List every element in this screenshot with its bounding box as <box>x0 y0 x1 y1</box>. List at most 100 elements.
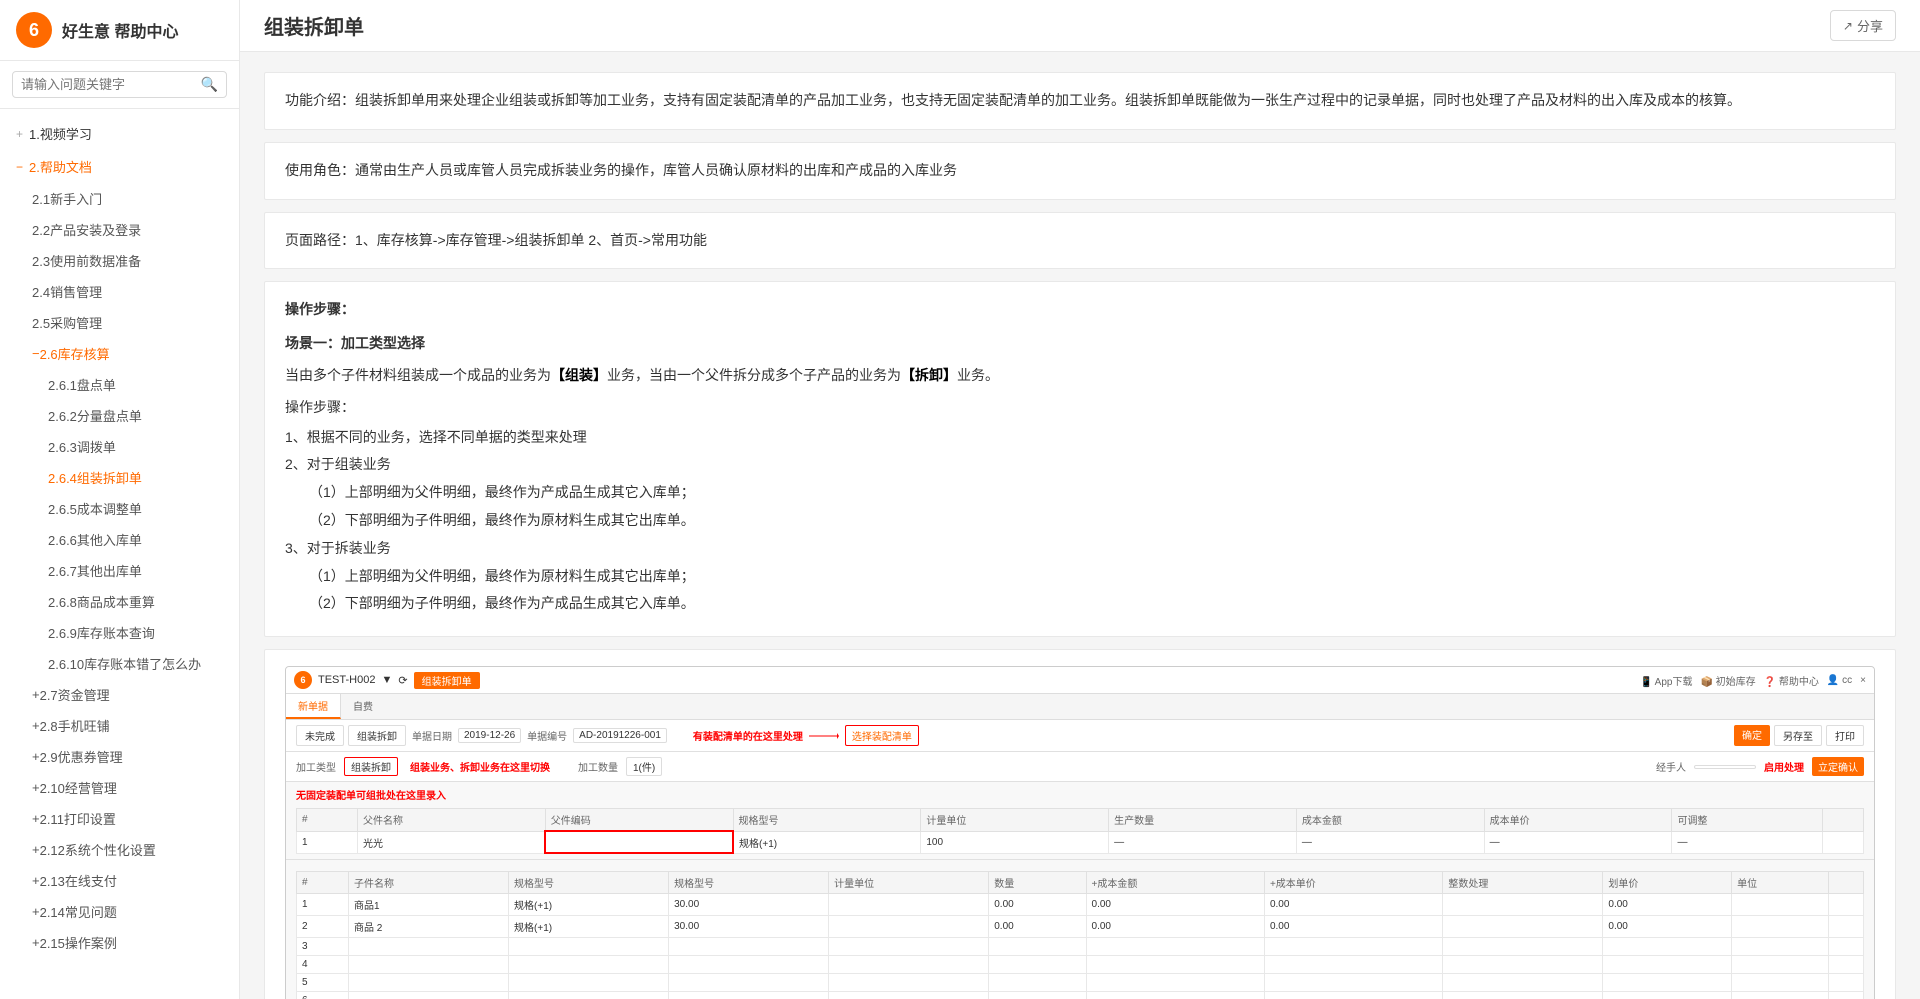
mock-form-row: 加工类型 组装拆卸 组装业务、拆卸业务在这里切换 加工数量 1(件) 经手人 启… <box>286 752 1874 782</box>
mock-number[interactable]: AD-20191226-001 <box>573 728 667 743</box>
logo-text: 好生意 帮助中心 <box>62 18 178 42</box>
mock-app-header: 6 TEST-H002 ▼ ⟳ 组装拆卸单 📱 App下载 📦 初始库存 ❓ 帮… <box>286 667 1874 694</box>
lower-table-row-3: 3 <box>297 938 1864 956</box>
mock-logo: 6 <box>294 671 312 689</box>
sidebar-sub-2-6[interactable]: − 2.6库存核算 <box>0 338 239 369</box>
mock-processor[interactable] <box>1694 765 1756 769</box>
sidebar-sub-2-6-2[interactable]: 2.6.2分量盘点单 <box>0 400 239 431</box>
sidebar-item-label: 1.视频学习 <box>29 124 92 143</box>
mock-lower-table-area: # 子件名称 规格型号 规格型号 计量单位 数量 +成本金额 +成本单价 整数处… <box>286 860 1874 999</box>
sidebar-sub-2-6-1[interactable]: 2.6.1盘点单 <box>0 369 239 400</box>
lower-table-row-2: 2 商品 2 规格(+1) 30.00 0.00 0.00 0.00 0.00 <box>297 916 1864 938</box>
page-title: 组装拆卸单 <box>264 11 364 40</box>
mock-dropdown-icon: ▼ <box>381 674 392 686</box>
step-3-2: （2）下部明细为子件明细，最终作为产成品生成其它入库单。 <box>285 592 1875 616</box>
sidebar-sub-2-7[interactable]: + 2.7资金管理 <box>0 679 239 710</box>
search-input[interactable] <box>21 77 201 92</box>
scene1-title: 场景一：加工类型选择 <box>285 332 1875 356</box>
sidebar-sub-2-6-9[interactable]: 2.6.9库存账本查询 <box>0 617 239 648</box>
sidebar-sub-2-2[interactable]: 2.2产品安装及登录 <box>0 214 239 245</box>
step-2-1: （1）上部明细为父件明细，最终作为产成品生成其它入库单； <box>285 481 1875 505</box>
mock-btn-save-as[interactable]: 另存至 <box>1774 725 1822 746</box>
sidebar-sub-2-1[interactable]: 2.1新手入门 <box>0 183 239 214</box>
top-bar: 组装拆卸单 ↗ 分享 <box>240 0 1920 52</box>
sidebar-sub-2-6-7[interactable]: 2.6.7其他出库单 <box>0 555 239 586</box>
mock-btn-print[interactable]: 打印 <box>1826 725 1864 746</box>
mock-init-stock: 📦 初始库存 <box>1700 673 1755 688</box>
path-section: 页面路径：1、库存核算->库存管理->组装拆卸单 2、首页->常用功能 <box>264 212 1896 270</box>
mock-refresh-icon: ⟳ <box>398 674 407 687</box>
sidebar-item-label: 2.帮助文档 <box>29 157 92 176</box>
mock-btn-incomplete[interactable]: 未完成 <box>296 725 344 746</box>
mock-tab-create[interactable]: 新单据 <box>286 694 341 719</box>
mock-screenshot: 6 TEST-H002 ▼ ⟳ 组装拆卸单 📱 App下载 📦 初始库存 ❓ 帮… <box>285 666 1875 999</box>
lower-table-row-6: 6 <box>297 992 1864 999</box>
mock-btn-confirm[interactable]: 确定 <box>1734 725 1770 746</box>
content-body: 功能介绍：组装拆卸单用来处理企业组装或拆卸等加工业务，支持有固定装配清单的产品加… <box>240 52 1920 999</box>
sidebar-sub-2-4[interactable]: 2.4销售管理 <box>0 276 239 307</box>
path-text: 页面路径：1、库存核算->库存管理->组装拆卸单 2、首页->常用功能 <box>285 229 1875 253</box>
sidebar-sub-2-6-4[interactable]: 2.6.4组装拆卸单 <box>0 462 239 493</box>
sidebar-sub-2-8[interactable]: + 2.8手机旺铺 <box>0 710 239 741</box>
mock-process-type[interactable]: 组装拆卸 <box>344 757 398 776</box>
nav-list: + 1.视频学习 − 2.帮助文档 2.1新手入门 2.2产品安装及登录 2.3… <box>0 109 239 999</box>
search-icon[interactable]: 🔍 <box>201 76 218 93</box>
sidebar-sub-2-6-8[interactable]: 2.6.8商品成本重算 <box>0 586 239 617</box>
sidebar-sub-2-5[interactable]: 2.5采购管理 <box>0 307 239 338</box>
step-2: 2、对于组装业务 <box>285 453 1875 477</box>
sidebar-sub-2-12[interactable]: + 2.12系统个性化设置 <box>0 834 239 865</box>
mock-company: TEST-H002 <box>318 674 375 686</box>
logo-area: 6 好生意 帮助中心 <box>0 0 239 61</box>
step-3: 3、对于拆装业务 <box>285 537 1875 561</box>
sidebar: 6 好生意 帮助中心 🔍 + 1.视频学习 − 2.帮助文档 2.1新手入门 2… <box>0 0 240 999</box>
sidebar-sub-2-3[interactable]: 2.3使用前数据准备 <box>0 245 239 276</box>
intro-text: 功能介绍：组装拆卸单用来处理企业组装或拆卸等加工业务，支持有固定装配清单的产品加… <box>285 89 1875 113</box>
mock-btn-type[interactable]: 组装拆卸 <box>348 725 406 746</box>
mock-upper-table: # 父件名称 父件编码 规格型号 计量单位 生产数量 成本金额 成本单价 可调整 <box>296 808 1864 854</box>
role-text: 使用角色：通常由生产人员或库管人员完成拆装业务的操作，库管人员确认原材料的出库和… <box>285 159 1875 183</box>
steps-title: 操作步骤： <box>285 298 1875 322</box>
lower-table-row-4: 4 <box>297 956 1864 974</box>
lower-table-row-5: 5 <box>297 974 1864 992</box>
sidebar-sub-2-14[interactable]: + 2.14常见问题 <box>0 896 239 927</box>
screenshot-section: 6 TEST-H002 ▼ ⟳ 组装拆卸单 📱 App下载 📦 初始库存 ❓ 帮… <box>264 649 1896 999</box>
mock-btn-select-bom[interactable]: 选择装配清单 <box>845 725 919 746</box>
sidebar-sub-2-13[interactable]: + 2.13在线支付 <box>0 865 239 896</box>
annotation-2: 组装业务、拆卸业务在这里切换 <box>410 759 550 774</box>
search-box: 🔍 <box>12 71 227 98</box>
sidebar-item-video[interactable]: + 1.视频学习 <box>0 117 239 150</box>
step-3-1: （1）上部明细为父件明细，最终作为原材料生成其它出库单； <box>285 565 1875 589</box>
step-1: 1、根据不同的业务，选择不同单据的类型来处理 <box>285 426 1875 450</box>
sidebar-sub-2-6-6[interactable]: 2.6.6其他入库单 <box>0 524 239 555</box>
scene1-desc: 当由多个子件材料组装成一个成品的业务为【组装】业务，当由一个父件拆分成多个子产品… <box>285 364 1875 388</box>
step-2-2: （2）下部明细为子件明细，最终作为原材料生成其它出库单。 <box>285 509 1875 533</box>
role-section: 使用角色：通常由生产人员或库管人员完成拆装业务的操作，库管人员确认原材料的出库和… <box>264 142 1896 200</box>
mock-upper-table-area: 无固定装配单可组批处在这里录入 # 父件名称 父件编码 规格型号 计量单位 生产… <box>286 782 1874 860</box>
logo-icon: 6 <box>16 12 52 48</box>
annotation-4: 无固定装配单可组批处在这里录入 <box>296 787 1864 802</box>
sidebar-sub-2-6-5[interactable]: 2.6.5成本调整单 <box>0 493 239 524</box>
mock-btn-final-confirm[interactable]: 立定确认 <box>1812 757 1864 776</box>
sidebar-sub-2-10[interactable]: + 2.10经营管理 <box>0 772 239 803</box>
share-button[interactable]: ↗ 分享 <box>1830 10 1896 41</box>
steps-section: 操作步骤： 场景一：加工类型选择 当由多个子件材料组装成一个成品的业务为【组装】… <box>264 281 1896 637</box>
mock-app-download: 📱 App下载 <box>1640 673 1692 688</box>
mock-toolbar: 未完成 组装拆卸 单据日期 2019-12-26 单据编号 AD-2019122… <box>286 720 1874 752</box>
mock-qty[interactable]: 1(件) <box>626 757 662 776</box>
mock-active-tab[interactable]: 组装拆卸单 <box>414 672 480 689</box>
annotation-3: 启用处理 <box>1764 759 1804 774</box>
sidebar-sub-2-11[interactable]: + 2.11打印设置 <box>0 803 239 834</box>
share-icon: ↗ <box>1843 19 1853 33</box>
mock-tab-list[interactable]: 自费 <box>341 694 385 719</box>
mock-cc: 👤 cc <box>1827 675 1852 686</box>
sidebar-item-docs[interactable]: − 2.帮助文档 <box>0 150 239 183</box>
mock-close[interactable]: × <box>1860 675 1866 686</box>
sidebar-sub-2-6-3[interactable]: 2.6.3调拨单 <box>0 431 239 462</box>
mock-date[interactable]: 2019-12-26 <box>458 728 521 743</box>
collapse-icon: − <box>16 160 23 174</box>
scene1-steps-label: 操作步骤： <box>285 396 1875 420</box>
sidebar-sub-2-9[interactable]: + 2.9优惠券管理 <box>0 741 239 772</box>
sidebar-sub-2-15[interactable]: + 2.15操作案例 <box>0 927 239 958</box>
search-area: 🔍 <box>0 61 239 109</box>
sidebar-sub-2-6-10[interactable]: 2.6.10库存账本错了怎么办 <box>0 648 239 679</box>
